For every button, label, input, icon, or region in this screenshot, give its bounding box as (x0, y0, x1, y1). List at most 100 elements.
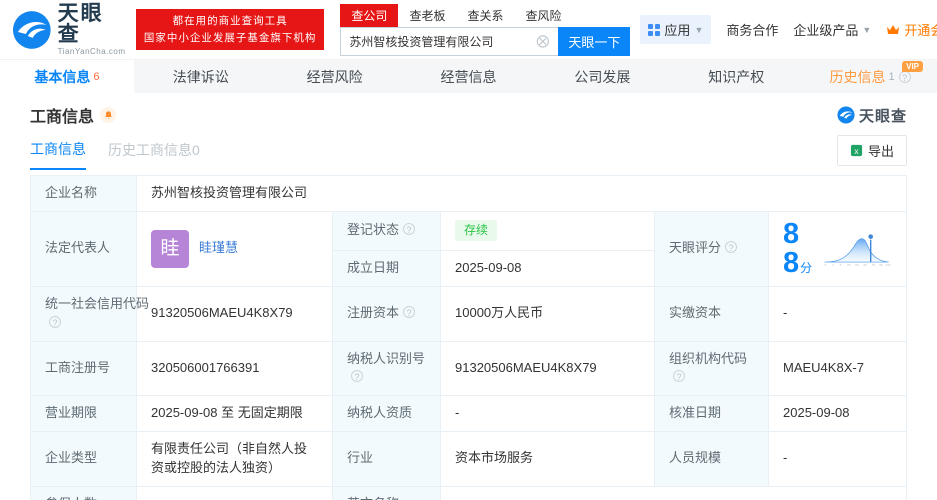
crown-icon (887, 24, 900, 34)
english-name-label: 英文名称 (332, 485, 441, 500)
label-text: 统一社会信用代码 (45, 295, 150, 311)
brand-name: 天眼查 (57, 2, 104, 46)
apps-grid-icon (648, 23, 661, 36)
question-icon[interactable]: ? (725, 241, 738, 254)
establish-date-label: 成立日期 (332, 249, 441, 287)
tab-label: 经营风险 (306, 68, 363, 85)
label-text: 纳税人识别号 (347, 350, 426, 366)
tab-label: 法律诉讼 (172, 68, 229, 85)
reg-status-value: 存续 (440, 210, 655, 251)
slogan-line1: 都在用的商业查询工具 (172, 14, 288, 27)
label-text: 组织机构代码 (669, 350, 748, 366)
search-tab-company[interactable]: 查公司 (340, 3, 399, 27)
tab-count: 1 (888, 70, 895, 83)
taxpayer-quality-label: 纳税人资质 (332, 395, 441, 433)
export-label: 导出 (867, 143, 894, 159)
top-header: 天眼查 TianYanCha.com 都在用的商业查询工具 国家中小企业发展子基… (0, 0, 937, 60)
company-type-label: 企业类型 (30, 431, 137, 487)
svg-text:1: 1 (832, 263, 834, 267)
tab-label: 基本信息 (34, 68, 91, 85)
avatar[interactable]: 眭 (151, 229, 189, 268)
slogan-line2: 国家中小企业发展子基金旗下机构 (143, 31, 317, 44)
business-term-value: 2025-09-08 至 无固定期限 (136, 395, 333, 433)
establish-date-value: 2025-09-08 (440, 249, 655, 287)
subtab-history-business-info[interactable]: 历史工商信息0 (108, 140, 200, 169)
business-info-table: 企业名称 苏州智核投资管理有限公司 法定代表人 眭 眭瑾慧 登记状态? 存续 天… (30, 175, 907, 500)
subscribe-bell-icon[interactable] (100, 107, 117, 123)
chevron-down-icon: ▼ (694, 24, 704, 35)
top-menu: 应用 ▼ 商务合作 企业级产品 ▼ 开通会员 ▼ 费米 ▼ (640, 15, 937, 44)
clear-icon[interactable]: ⨂ (536, 27, 558, 56)
svg-text:65: 65 (864, 263, 868, 267)
paid-capital-value: - (768, 285, 907, 342)
search-button[interactable]: 天眼一下 (558, 26, 631, 56)
score-curve-chart: 0 1 5 25 50 65 75 95 100 (825, 233, 891, 267)
industry-value: 资本市场服务 (440, 431, 655, 487)
svg-text:100: 100 (885, 263, 890, 267)
insured-count-value: - (136, 485, 333, 500)
paid-capital-label: 实缴资本 (654, 285, 769, 342)
tab-history-info[interactable]: VIP 历史信息 1 ? (803, 60, 937, 93)
taxpayer-quality-value: - (440, 395, 655, 433)
status-badge: 存续 (455, 220, 498, 242)
credit-code-label: 统一社会信用代码? (30, 285, 149, 342)
company-nav-tabs: 基本信息 6 法律诉讼 经营风险 经营信息 公司发展 知识产权 VIP 历史信息… (0, 60, 937, 93)
label-text: 注册资本 (347, 305, 400, 321)
subtab-business-info[interactable]: 工商信息 (30, 139, 86, 170)
open-vip-menu[interactable]: 开通会员 ▼ (886, 20, 937, 39)
question-icon[interactable]: ? (403, 306, 416, 319)
tab-operating-info[interactable]: 经营信息 (402, 60, 536, 93)
business-coop-link[interactable]: 商务合作 (726, 20, 778, 39)
svg-text:0: 0 (825, 263, 827, 267)
enterprise-label: 企业级产品 (793, 23, 859, 38)
staff-size-label: 人员规模 (654, 431, 769, 487)
tab-legal-litigation[interactable]: 法律诉讼 (134, 60, 268, 93)
search-input[interactable] (340, 26, 559, 56)
svg-text:50: 50 (855, 263, 859, 267)
tianyan-score-cell[interactable]: 88分 0 1 5 25 50 65 75 95 100 (768, 210, 907, 287)
english-name-value: - (440, 485, 907, 500)
question-icon[interactable]: ? (403, 223, 416, 236)
search-tab-risk[interactable]: 查风险 (514, 4, 572, 27)
svg-text:5: 5 (840, 263, 842, 267)
org-code-value: MAEU4K8X-7 (768, 340, 907, 397)
tab-intellectual-property[interactable]: 知识产权 (669, 60, 803, 93)
tab-basic-info[interactable]: 基本信息 6 (0, 60, 134, 93)
score-axis-ticks: 0 1 5 25 50 65 75 95 100 (825, 263, 891, 267)
taxpayer-id-label: 纳税人识别号? (332, 340, 441, 397)
svg-text:25: 25 (847, 263, 851, 267)
section-title: 工商信息 (30, 109, 95, 126)
legal-rep-cell: 眭 眭瑾慧 (136, 210, 333, 287)
question-icon[interactable]: ? (898, 70, 911, 83)
table-row: 法定代表人 眭 眭瑾慧 登记状态? 存续 天眼评分? 88分 0 1 5 25 … (30, 210, 907, 287)
apps-label: 应用 (664, 23, 691, 38)
question-icon[interactable]: ? (49, 315, 61, 328)
search-tab-boss[interactable]: 查老板 (398, 4, 456, 27)
table-row: 企业类型 有限责任公司（非自然人投资或控股的法人独资） 行业 资本市场服务 人员… (30, 431, 907, 487)
reg-capital-label: 注册资本? (332, 285, 441, 342)
search-tab-relation[interactable]: 查关系 (456, 4, 514, 27)
industry-label: 行业 (332, 431, 441, 487)
brand-logo[interactable]: 天眼查 TianYanCha.com (12, 3, 126, 56)
table-row: 企业名称 苏州智核投资管理有限公司 (30, 175, 907, 212)
watermark-logo: 天眼查 (837, 105, 907, 126)
table-row: 营业期限 2025-09-08 至 无固定期限 纳税人资质 - 核准日期 202… (30, 395, 907, 433)
reg-number-label: 工商注册号 (30, 340, 137, 397)
tab-operating-risk[interactable]: 经营风险 (268, 60, 402, 93)
enterprise-products-menu[interactable]: 企业级产品 ▼ (793, 20, 871, 39)
export-button[interactable]: x 导出 (836, 134, 907, 166)
vip-label: 开通会员 (904, 23, 937, 38)
brand-slogan: 都在用的商业查询工具 国家中小企业发展子基金旗下机构 (135, 8, 325, 51)
score-marker (867, 233, 874, 240)
company-name-value: 苏州智核投资管理有限公司 (136, 175, 907, 212)
label-text: 登记状态 (347, 222, 400, 238)
tianyancha-eye-icon (837, 106, 855, 124)
tab-company-development[interactable]: 公司发展 (535, 60, 669, 93)
label-text: 天眼评分 (669, 240, 722, 256)
legal-rep-link[interactable]: 眭瑾慧 (199, 239, 238, 258)
reg-capital-value: 10000万人民币 (440, 285, 655, 342)
apps-menu[interactable]: 应用 ▼ (640, 15, 712, 44)
question-icon[interactable]: ? (351, 370, 363, 383)
question-icon[interactable]: ? (673, 370, 685, 383)
approval-date-label: 核准日期 (654, 395, 769, 433)
